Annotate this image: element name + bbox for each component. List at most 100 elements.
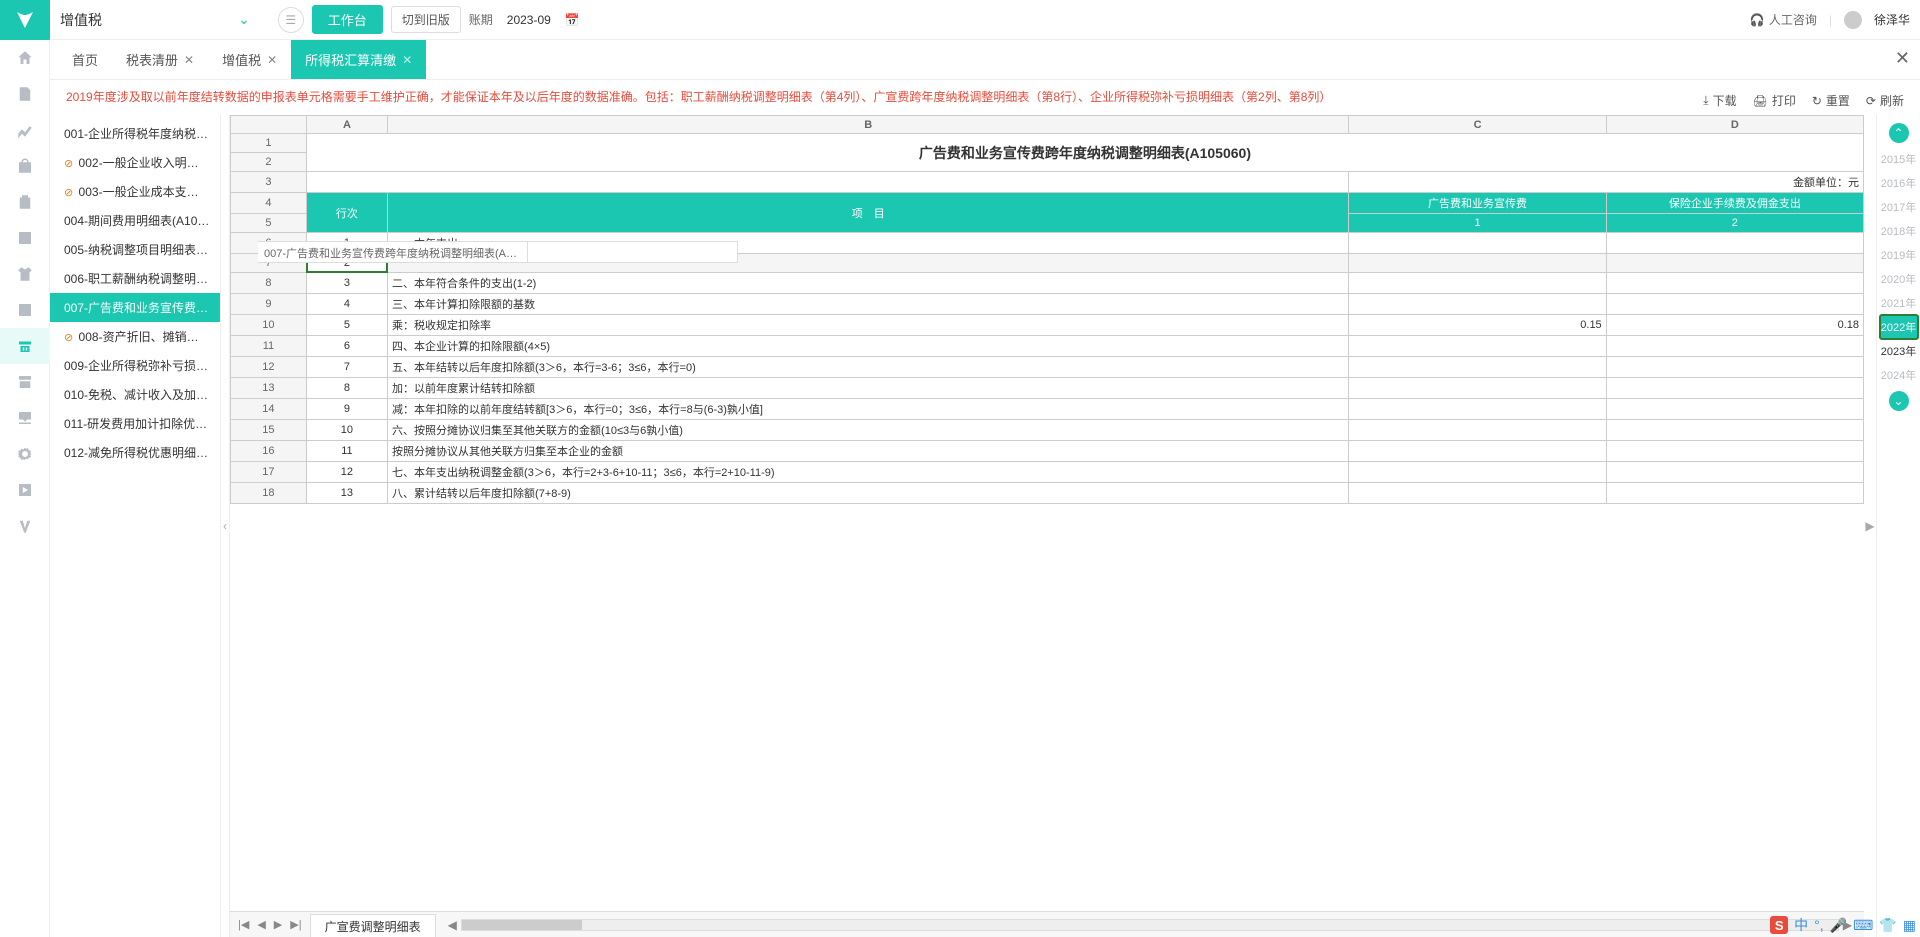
workspace-button[interactable]: 工作台	[312, 5, 383, 34]
nav-form-icon[interactable]	[0, 220, 50, 256]
right-panel-expand-icon[interactable]: ▶	[1864, 115, 1876, 937]
download-button[interactable]: ⤓ 下载	[1703, 92, 1736, 109]
nav-chart-icon[interactable]	[0, 112, 50, 148]
row-num[interactable]: 6	[307, 336, 387, 356]
row-item[interactable]: 六、按照分摊协议归集至其他关联方的金额(10≤3与6孰小值)	[388, 420, 1348, 440]
row-item[interactable]: 乘：税收规定扣除率	[388, 315, 1348, 335]
year-2018年[interactable]: 2018年	[1880, 219, 1918, 243]
print-button[interactable]: 🖨 打印	[1753, 92, 1796, 109]
nav-bag-icon[interactable]	[0, 148, 50, 184]
row-item[interactable]: 八、累计结转以后年度扣除额(7+8-9)	[388, 483, 1348, 503]
tree-item-3[interactable]: 004-期间费用明细表(A1040...	[50, 206, 220, 235]
ime-lang[interactable]: 中	[1794, 915, 1808, 935]
switch-old-button[interactable]: 切到旧版	[391, 6, 461, 33]
cell-d[interactable]	[1607, 399, 1863, 419]
ime-mic-icon[interactable]: 🎤	[1830, 917, 1847, 934]
year-2017年[interactable]: 2017年	[1880, 195, 1918, 219]
tab-3[interactable]: 所得税汇算清缴✕	[291, 40, 426, 79]
cell-c[interactable]	[1349, 462, 1605, 482]
row-item[interactable]: 按照分摊协议从其他关联方归集至本企业的金额	[388, 441, 1348, 461]
row-num[interactable]: 9	[307, 399, 387, 419]
cell-c[interactable]	[1349, 294, 1605, 314]
cell-c[interactable]	[1349, 336, 1605, 356]
app-logo[interactable]	[0, 0, 50, 40]
tree-item-8[interactable]: 009-企业所得税弥补亏损明...	[50, 351, 220, 380]
tree-item-11[interactable]: 012-减免所得税优惠明细表(...	[50, 438, 220, 467]
tree-collapse-handle[interactable]: ‹	[220, 115, 230, 937]
title-dropdown-icon[interactable]: ⌄	[218, 11, 270, 28]
tab-close-icon[interactable]: ✕	[184, 53, 194, 67]
row-item[interactable]: 三、本年计算扣除限额的基数	[388, 294, 1348, 314]
row-item[interactable]: 五、本年结转以后年度扣除额(3＞6，本行=3-6；3≤6，本行=0)	[388, 357, 1348, 377]
row-num[interactable]: 3	[307, 273, 387, 293]
sheet-nav[interactable]: |◀◀▶▶|	[230, 912, 310, 937]
ime-menu-icon[interactable]: ▦	[1903, 917, 1916, 934]
cell-c[interactable]	[1349, 378, 1605, 398]
cell-d[interactable]	[1607, 254, 1863, 272]
cell-d[interactable]	[1607, 420, 1863, 440]
year-2021年[interactable]: 2021年	[1880, 291, 1918, 315]
spreadsheet-grid[interactable]: ABCD 1广告费和业务宣传费跨年度纳税调整明细表(A105060) 2 3金额…	[230, 115, 1864, 504]
cell-d[interactable]	[1607, 483, 1863, 503]
tree-item-7[interactable]: ⊘ 008-资产折旧、摊销及纳税...	[50, 322, 220, 351]
nav-clipboard-icon[interactable]	[0, 184, 50, 220]
nav-play-icon[interactable]	[0, 472, 50, 508]
sheet-tab-active[interactable]: 广宣费调整明细表	[310, 914, 436, 937]
cell-c[interactable]	[1349, 254, 1605, 272]
year-2023年[interactable]: 2023年	[1880, 339, 1918, 363]
tree-item-5[interactable]: 006-职工薪酬纳税调整明细...	[50, 264, 220, 293]
cell-d[interactable]	[1607, 378, 1863, 398]
tree-item-1[interactable]: ⊘ 002-一般企业收入明细表(A...	[50, 148, 220, 177]
row-num[interactable]: 7	[307, 357, 387, 377]
year-2015年[interactable]: 2015年	[1880, 147, 1918, 171]
avatar-icon[interactable]	[1844, 11, 1862, 29]
formula-cell-ref[interactable]: 007-广告费和业务宣传费跨年度纳税调整明细表(A105060)	[258, 242, 528, 262]
row-num[interactable]: 13	[307, 483, 387, 503]
calendar-icon[interactable]: 📅	[565, 13, 580, 27]
cell-d[interactable]	[1607, 233, 1863, 253]
refresh-button[interactable]: ⟳ 刷新	[1866, 92, 1904, 109]
period-value[interactable]: 2023-09	[501, 13, 557, 27]
help-link[interactable]: 🎧 人工咨询	[1750, 11, 1817, 28]
reset-button[interactable]: ↻ 重置	[1812, 92, 1850, 109]
year-2019年[interactable]: 2019年	[1880, 243, 1918, 267]
tab-1[interactable]: 税表清册✕	[112, 40, 208, 79]
tab-close-icon[interactable]: ✕	[267, 53, 277, 67]
cell-d[interactable]	[1607, 357, 1863, 377]
nav-doc-icon[interactable]	[0, 76, 50, 112]
cell-c[interactable]	[1349, 441, 1605, 461]
row-num[interactable]: 4	[307, 294, 387, 314]
nav-gear-icon[interactable]	[0, 436, 50, 472]
row-item[interactable]: 减：本年扣除的以前年度结转额[3＞6，本行=0；3≤6，本行=8与(6-3)孰小…	[388, 399, 1348, 419]
ime-punct-icon[interactable]: °,	[1814, 917, 1824, 933]
ime-keyboard-icon[interactable]: ⌨	[1853, 917, 1873, 934]
cell-c[interactable]: 0.15	[1349, 315, 1605, 335]
tree-item-10[interactable]: 011-研发费用加计扣除优惠...	[50, 409, 220, 438]
row-num[interactable]: 10	[307, 420, 387, 440]
nav-home-icon[interactable]	[0, 40, 50, 76]
tree-item-4[interactable]: 005-纳税调整项目明细表(A1...	[50, 235, 220, 264]
ime-badge-icon[interactable]: S	[1770, 916, 1788, 934]
nav-tax-icon[interactable]	[0, 328, 50, 364]
year-2024年[interactable]: 2024年	[1880, 363, 1918, 387]
nav-image-icon[interactable]	[0, 292, 50, 328]
row-num[interactable]: 8	[307, 378, 387, 398]
row-num[interactable]: 5	[307, 315, 387, 335]
cell-c[interactable]	[1349, 399, 1605, 419]
row-num[interactable]: 12	[307, 462, 387, 482]
tree-item-2[interactable]: ⊘ 003-一般企业成本支出明细...	[50, 177, 220, 206]
row-item[interactable]: 加：以前年度累计结转扣除额	[388, 378, 1348, 398]
cell-c[interactable]	[1349, 420, 1605, 440]
year-2020年[interactable]: 2020年	[1880, 267, 1918, 291]
cell-d[interactable]	[1607, 336, 1863, 356]
row-item[interactable]: 七、本年支出纳税调整金额(3＞6，本行=2+3-6+10-11；3≤6，本行=2…	[388, 462, 1348, 482]
nav-shirt-icon[interactable]	[0, 256, 50, 292]
nav-v-icon[interactable]	[0, 508, 50, 544]
cell-d[interactable]	[1607, 294, 1863, 314]
row-num[interactable]: 11	[307, 441, 387, 461]
row-item[interactable]: 二、本年符合条件的支出(1-2)	[388, 273, 1348, 293]
tab-2[interactable]: 增值税✕	[208, 40, 291, 79]
tree-item-9[interactable]: 010-免税、减计收入及加计...	[50, 380, 220, 409]
tab-0[interactable]: 首页	[58, 40, 112, 79]
tab-close-icon[interactable]: ✕	[402, 53, 412, 67]
